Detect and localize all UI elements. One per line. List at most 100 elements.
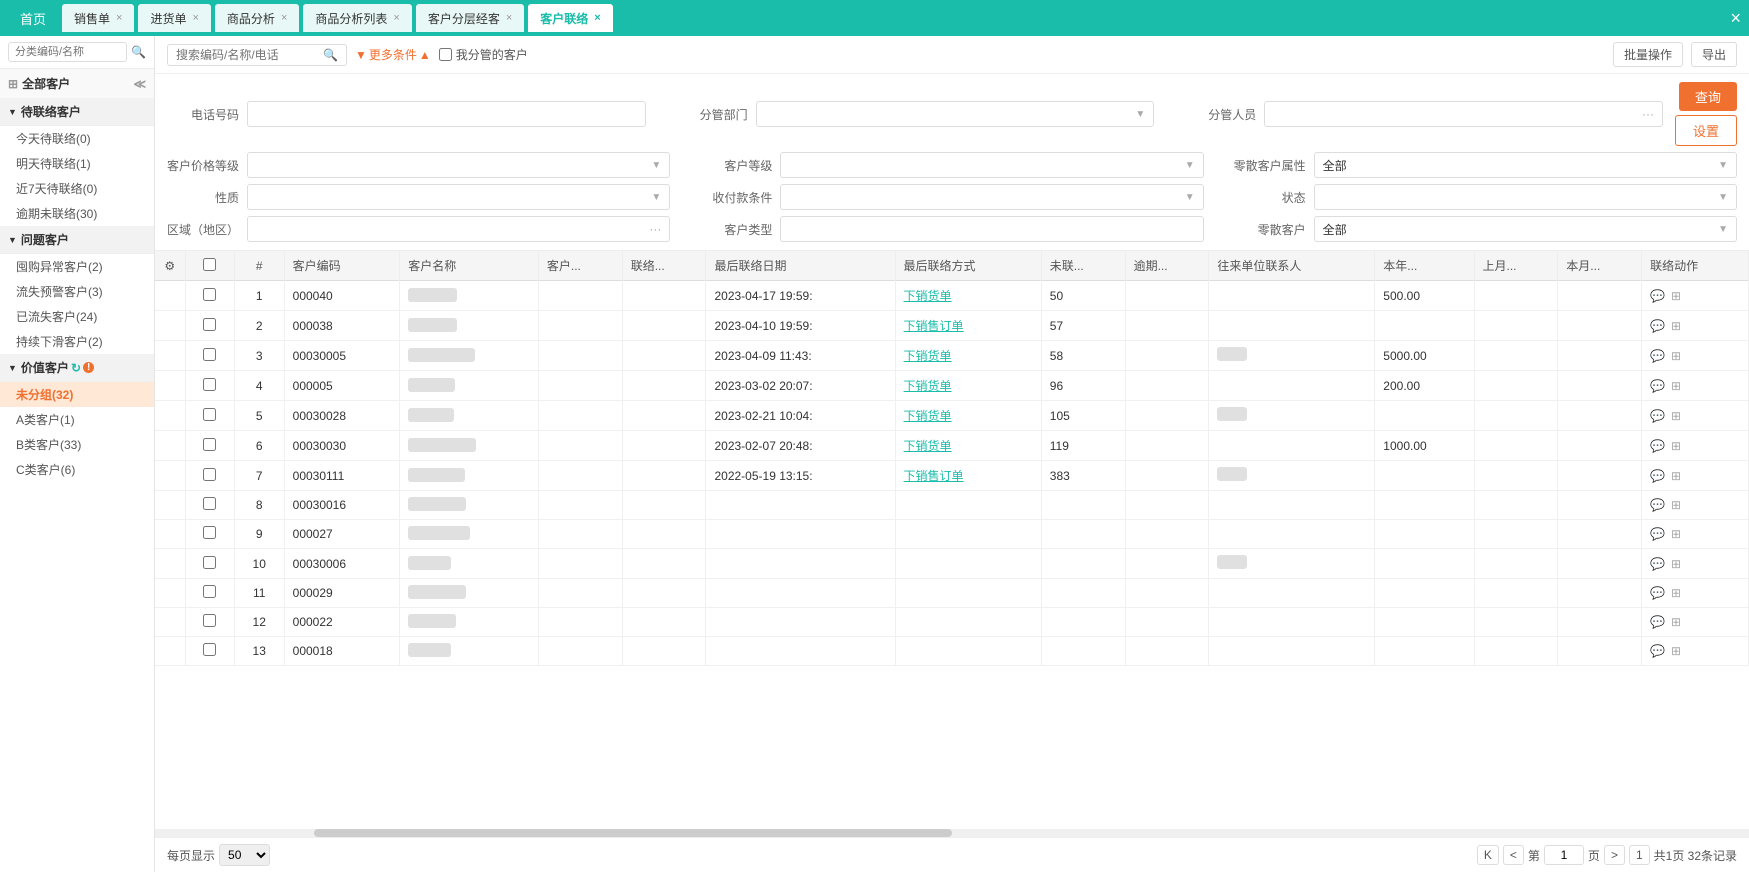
chat-icon[interactable]: 💬	[1650, 557, 1665, 571]
row-checkbox[interactable]	[203, 318, 216, 331]
pay-input[interactable]: ▼	[780, 184, 1203, 210]
close-purchase-tab[interactable]: ×	[192, 12, 198, 24]
row-checkbox-cell[interactable]	[185, 431, 234, 461]
chat-icon[interactable]: 💬	[1650, 586, 1665, 600]
row-checkbox[interactable]	[203, 438, 216, 451]
grid-action-icon[interactable]: ⊞	[1671, 644, 1681, 658]
row-checkbox-cell[interactable]	[185, 401, 234, 431]
more-conditions-btn[interactable]: ▼ 更多条件 ▲	[355, 46, 431, 63]
home-tab[interactable]: 首页	[8, 0, 58, 36]
refresh-icon[interactable]: ↻	[71, 361, 81, 375]
close-segment-tab[interactable]: ×	[506, 12, 512, 24]
row-checkbox[interactable]	[203, 643, 216, 656]
sidebar-item-class-a[interactable]: A类客户(1)	[0, 407, 154, 432]
reset-button[interactable]: 设置	[1675, 115, 1737, 146]
sidebar-item-class-b[interactable]: B类客户(33)	[0, 432, 154, 457]
sidebar-item-overdue-pending[interactable]: 逾期未联络(30)	[0, 201, 154, 226]
score-section-header[interactable]: ▼ 价值客户 ↻ !	[0, 354, 154, 382]
row-checkbox-cell[interactable]	[185, 371, 234, 401]
close-all-btn[interactable]: ×	[1730, 8, 1741, 29]
grid-action-icon[interactable]: ⊞	[1671, 439, 1681, 453]
batch-op-button[interactable]: 批量操作	[1613, 42, 1683, 67]
row-checkbox-cell[interactable]	[185, 461, 234, 491]
query-button[interactable]: 查询	[1679, 82, 1737, 111]
quality-input[interactable]: ▼	[247, 184, 670, 210]
type-input[interactable]	[780, 216, 1203, 242]
tab-analysis[interactable]: 商品分析 ×	[215, 4, 299, 32]
sidebar-item-declining[interactable]: 持续下滑客户(2)	[0, 329, 154, 354]
chat-icon[interactable]: 💬	[1650, 615, 1665, 629]
page-number-input[interactable]	[1544, 845, 1584, 865]
chat-icon[interactable]: 💬	[1650, 349, 1665, 363]
close-analysis-list-tab[interactable]: ×	[393, 12, 399, 24]
row-checkbox[interactable]	[203, 614, 216, 627]
tab-purchase[interactable]: 进货单 ×	[138, 4, 210, 32]
tab-analysis-list[interactable]: 商品分析列表 ×	[303, 4, 411, 32]
retail-input[interactable]: 全部 ▼	[1314, 216, 1737, 242]
row-checkbox-cell[interactable]	[185, 637, 234, 666]
chat-icon[interactable]: 💬	[1650, 379, 1665, 393]
region-input[interactable]: ···	[247, 216, 670, 242]
row-checkbox[interactable]	[203, 378, 216, 391]
price-input[interactable]: ▼	[247, 152, 670, 178]
row-checkbox[interactable]	[203, 348, 216, 361]
grid-action-icon[interactable]: ⊞	[1671, 498, 1681, 512]
chat-icon[interactable]: 💬	[1650, 469, 1665, 483]
row-checkbox[interactable]	[203, 468, 216, 481]
tab-customer-contact[interactable]: 客户联络 ×	[528, 4, 612, 32]
grid-action-icon[interactable]: ⊞	[1671, 586, 1681, 600]
person-input[interactable]: ···	[1264, 101, 1663, 127]
th-checkbox[interactable]	[185, 251, 234, 281]
grid-action-icon[interactable]: ⊞	[1671, 615, 1681, 629]
prev-page-btn[interactable]: <	[1503, 845, 1524, 865]
sidebar-item-class-c[interactable]: C类客户(6)	[0, 457, 154, 482]
row-checkbox-cell[interactable]	[185, 491, 234, 520]
last-page-btn[interactable]: 1	[1629, 845, 1650, 865]
problem-section-header[interactable]: ▼ 问题客户	[0, 226, 154, 254]
chat-icon[interactable]: 💬	[1650, 439, 1665, 453]
sidebar-item-today-pending[interactable]: 今天待联络(0)	[0, 126, 154, 151]
phone-input[interactable]	[247, 101, 646, 127]
sidebar-search-input[interactable]	[8, 42, 127, 62]
close-contact-tab[interactable]: ×	[594, 12, 600, 24]
chat-icon[interactable]: 💬	[1650, 409, 1665, 423]
sidebar-item-abnormal[interactable]: 囤购异常客户(2)	[0, 254, 154, 279]
grid-action-icon[interactable]: ⊞	[1671, 409, 1681, 423]
row-checkbox[interactable]	[203, 288, 216, 301]
tab-customer-segment[interactable]: 客户分层经客 ×	[416, 4, 524, 32]
grid-action-icon[interactable]: ⊞	[1671, 319, 1681, 333]
my-customers-checkbox[interactable]	[439, 48, 452, 61]
row-checkbox[interactable]	[203, 556, 216, 569]
level-input[interactable]: ▼	[780, 152, 1203, 178]
chat-icon[interactable]: 💬	[1650, 289, 1665, 303]
scrollbar-thumb[interactable]	[314, 829, 952, 837]
sidebar-item-tomorrow-pending[interactable]: 明天待联络(1)	[0, 151, 154, 176]
pending-section-header[interactable]: ▼ 待联络客户	[0, 98, 154, 126]
row-checkbox-cell[interactable]	[185, 281, 234, 311]
export-button[interactable]: 导出	[1691, 42, 1737, 67]
grid-action-icon[interactable]: ⊞	[1671, 379, 1681, 393]
first-page-btn[interactable]: K	[1477, 845, 1499, 865]
row-checkbox[interactable]	[203, 408, 216, 421]
dept-input[interactable]: ▼	[756, 101, 1155, 127]
th-config[interactable]: ⚙	[155, 251, 185, 281]
all-customers-section[interactable]: ⊞ 全部客户 ≪	[0, 69, 154, 98]
grid-action-icon[interactable]: ⊞	[1671, 527, 1681, 541]
per-page-select[interactable]: 50 100 200	[219, 844, 270, 866]
chat-icon[interactable]: 💬	[1650, 319, 1665, 333]
sidebar-item-churned[interactable]: 已流失客户(24)	[0, 304, 154, 329]
sidebar-item-ungrouped[interactable]: 未分组(32)	[0, 382, 154, 407]
row-checkbox[interactable]	[203, 526, 216, 539]
horizontal-scrollbar[interactable]	[155, 829, 1749, 837]
chat-icon[interactable]: 💬	[1650, 498, 1665, 512]
row-checkbox-cell[interactable]	[185, 549, 234, 579]
row-checkbox-cell[interactable]	[185, 311, 234, 341]
row-checkbox-cell[interactable]	[185, 520, 234, 549]
filter-search-icon[interactable]: 🔍	[323, 48, 338, 62]
next-page-btn[interactable]: >	[1604, 845, 1625, 865]
status-input[interactable]: ▼	[1314, 184, 1737, 210]
select-all-checkbox[interactable]	[203, 258, 216, 271]
row-checkbox-cell[interactable]	[185, 341, 234, 371]
close-analysis-tab[interactable]: ×	[281, 12, 287, 24]
grid-action-icon[interactable]: ⊞	[1671, 289, 1681, 303]
